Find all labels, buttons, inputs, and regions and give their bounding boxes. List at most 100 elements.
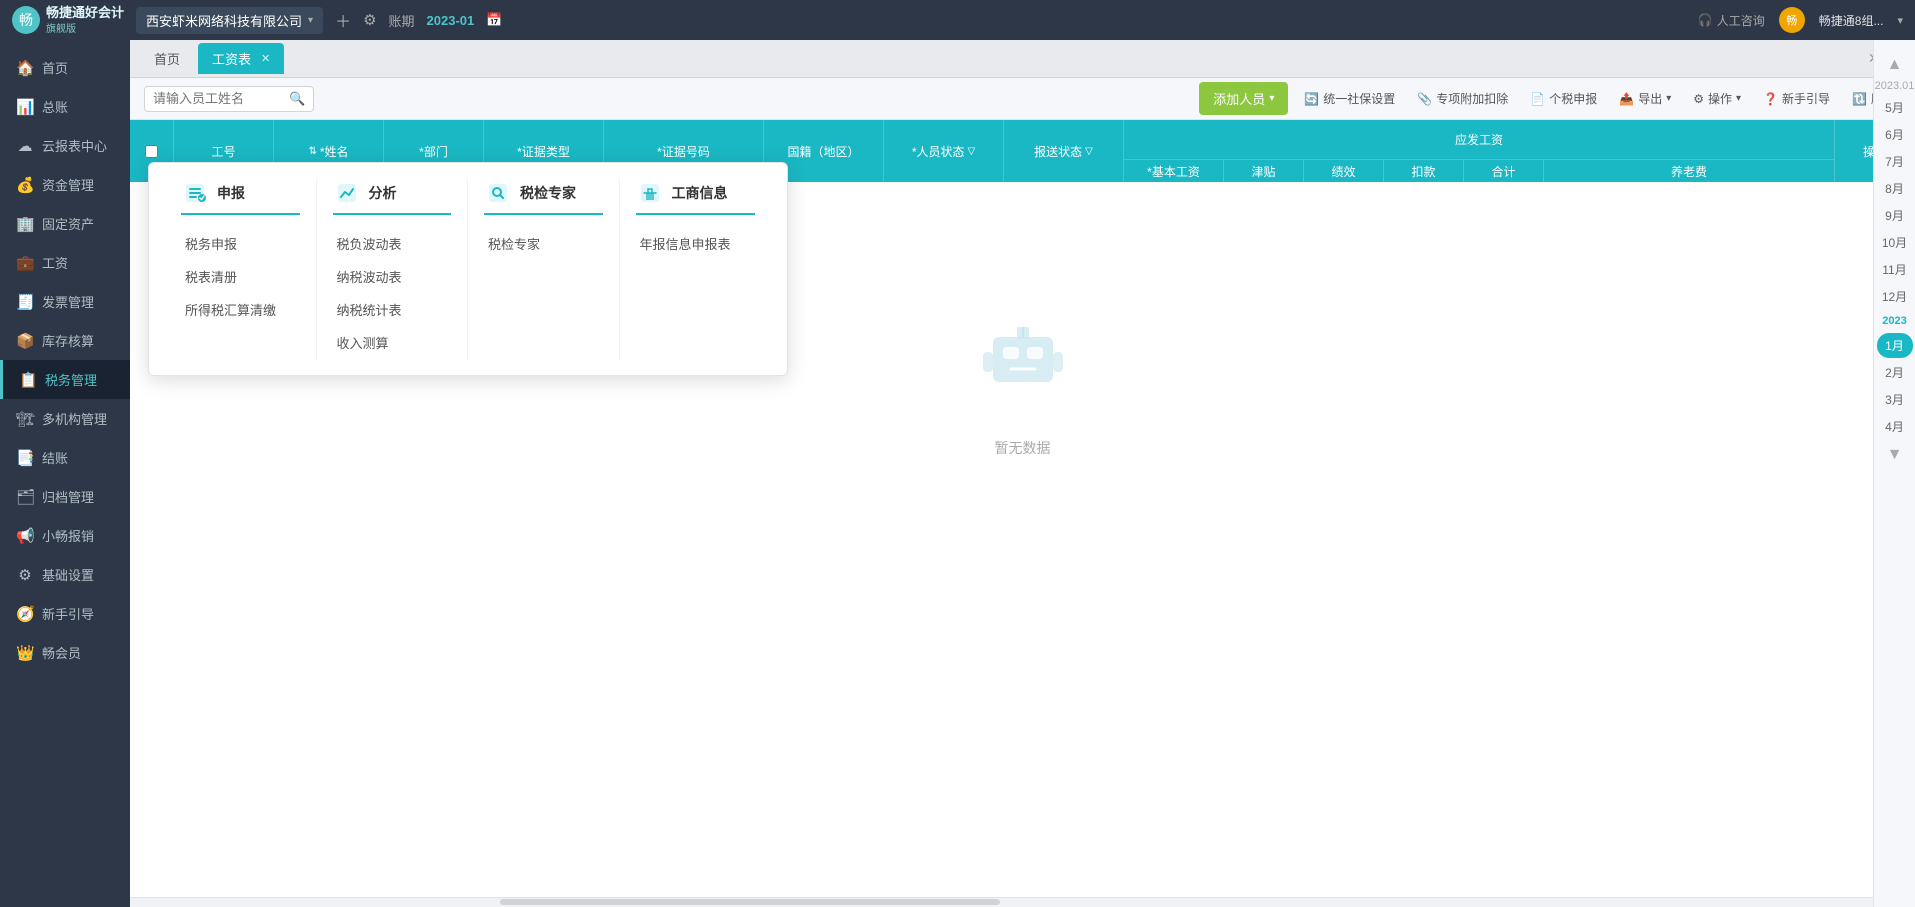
sidebar-item-label: 工资 [42,253,68,272]
sidebar-item-funds[interactable]: 💰 资金管理 [0,165,130,204]
month-item-6[interactable]: 6月 [1877,122,1913,147]
right-panel-down-button[interactable]: ▼ [1883,442,1907,468]
menu-item-tax-burden-fluctuation[interactable]: 税负波动表 [333,227,452,260]
funds-icon: 💰 [16,176,34,194]
sidebar-item-close-period[interactable]: 📑 结账 [0,438,130,477]
close-period-icon: 📑 [16,449,34,467]
month-item-2[interactable]: 2月 [1877,360,1913,385]
sidebar-item-label: 固定资产 [42,214,94,233]
select-all-checkbox[interactable] [145,145,158,158]
menu-item-annual-report[interactable]: 年报信息申报表 [636,227,756,260]
sidebar-item-label: 畅会员 [42,643,81,662]
guide-button[interactable]: ❓ 新手引导 [1757,86,1836,111]
add-company-button[interactable]: ＋ [335,8,351,32]
guide-icon: 🧭 [16,605,34,623]
user-name: 畅捷通8组... [1819,12,1884,29]
logo-icon: 畅 [12,6,40,34]
assets-icon: 🏢 [16,215,34,233]
sidebar-item-label: 总账 [42,97,68,116]
sidebar-item-label: 基础设置 [42,565,94,584]
menu-item-tax-table-book[interactable]: 税表清册 [181,260,300,293]
company-selector[interactable]: 西安虾米网络科技有限公司 ▾ [136,7,323,34]
menu-item-income-tax-settlement[interactable]: 所得税汇算清缴 [181,293,300,326]
sidebar-item-cloud-reports[interactable]: ☁ 云报表中心 [0,126,130,165]
export-dropdown-arrow: ▾ [1666,93,1671,104]
refresh-icon: 🔃 [1852,92,1867,106]
calendar-icon[interactable]: 📅 [486,12,502,28]
home-icon: 🏠 [16,59,34,77]
menu-item-tax-expert[interactable]: 税检专家 [484,227,603,260]
sidebar-item-inventory[interactable]: 📦 库存核算 [0,321,130,360]
social-security-button[interactable]: 🔄 统一社保设置 [1298,86,1401,111]
sidebar-item-label: 新手引导 [42,604,94,623]
th-allowance: 津贴 [1224,160,1304,182]
month-item-8[interactable]: 8月 [1877,176,1913,201]
month-item-10[interactable]: 10月 [1877,230,1913,255]
th-report-status[interactable]: 报送状态 ▽ [1004,120,1124,182]
operations-button[interactable]: ⚙ 操作 ▾ [1687,86,1747,111]
special-deduction-button[interactable]: 📎 专项附加扣除 [1411,86,1514,111]
right-panel-up-button[interactable]: ▲ [1883,52,1907,78]
dropdown-col-tax-expert: 税检专家 税检专家 [468,179,620,359]
menu-item-tax-declaration[interactable]: 税务申报 [181,227,300,260]
sidebar-item-multi-org[interactable]: 🏗 多机构管理 [0,399,130,438]
sort-icon: ⇅ [308,146,316,157]
headset-icon: 🎧 [1698,13,1713,27]
th-pension: 养老费 [1544,160,1834,182]
month-item-9[interactable]: 9月 [1877,203,1913,228]
search-input[interactable] [153,91,283,106]
sidebar-item-invoice[interactable]: 🧾 发票管理 [0,282,130,321]
analysis-icon [333,179,361,207]
customer-service-button[interactable]: 🎧 人工咨询 [1698,12,1765,29]
tab-close-button[interactable]: ✕ [261,52,270,65]
export-icon: 📤 [1619,92,1634,106]
settings-icon[interactable]: ⚙ [363,11,376,29]
invoice-icon: 🧾 [16,293,34,311]
sidebar-item-ledger[interactable]: 📊 总账 [0,87,130,126]
sidebar-item-home[interactable]: 🏠 首页 [0,48,130,87]
toolbar: 🔍 添加人员 ▾ 🔄 统一社保设置 📎 专项附加扣除 📄 个税申报 📤 导出 [130,78,1915,120]
empty-icon [973,307,1073,426]
month-item-7[interactable]: 7月 [1877,149,1913,174]
operations-icon: ⚙ [1693,92,1704,106]
month-item-5[interactable]: 5月 [1877,95,1913,120]
tab-salary-table[interactable]: 工资表 ✕ [198,43,284,74]
sidebar-item-tax[interactable]: 📋 税务管理 [0,360,130,399]
menu-item-tax-statistics[interactable]: 纳税统计表 [333,293,452,326]
sidebar-item-settings[interactable]: ⚙ 基础设置 [0,555,130,594]
th-person-status[interactable]: *人员状态 ▽ [884,120,1004,182]
tab-home[interactable]: 首页 [140,43,194,74]
sidebar-item-label: 云报表中心 [42,136,107,155]
month-item-3[interactable]: 3月 [1877,387,1913,412]
sidebar-item-vip[interactable]: 👑 畅会员 [0,633,130,672]
dropdown-menu: 申报 税务申报 税表清册 所得税汇算清缴 分析 税负波动表 纳税波动表 纳税统计… [148,162,788,376]
month-item-11[interactable]: 11月 [1877,257,1913,282]
filter-icon2: ▽ [1085,146,1093,157]
individual-tax-button[interactable]: 📄 个税申报 [1524,86,1603,111]
th-salary-group: 应发工资 *基本工资 津贴 绩效 扣款 合计 养老费 [1124,120,1835,182]
empty-text: 暂无数据 [995,438,1051,458]
sidebar-item-guide[interactable]: 🧭 新手引导 [0,594,130,633]
filter-icon: ▽ [967,146,975,157]
export-button[interactable]: 📤 导出 ▾ [1613,86,1677,111]
menu-item-income-estimate[interactable]: 收入测算 [333,326,452,359]
user-dropdown-arrow[interactable]: ▾ [1897,14,1903,27]
month-item-12[interactable]: 12月 [1877,284,1913,309]
scrollbar-track[interactable] [500,899,1000,905]
add-person-button[interactable]: 添加人员 ▾ [1199,82,1288,115]
period-label: 账期 [389,11,415,30]
sidebar-item-expense[interactable]: 📢 小畅报销 [0,516,130,555]
month-item-4[interactable]: 4月 [1877,414,1913,439]
menu-item-tax-payment-fluctuation[interactable]: 纳税波动表 [333,260,452,293]
dropdown-col-declaration: 申报 税务申报 税表清册 所得税汇算清缴 [165,179,317,359]
sidebar-item-archive[interactable]: 🗂 归档管理 [0,477,130,516]
dropdown-col-business-info: 工商信息 年报信息申报表 [620,179,772,359]
sidebar-item-salary[interactable]: 💼 工资 [0,243,130,282]
chevron-down-icon: ▾ [308,15,313,26]
sidebar-item-assets[interactable]: 🏢 固定资产 [0,204,130,243]
sidebar-item-label: 税务管理 [45,370,97,389]
dropdown-col-title-business-info: 工商信息 [672,183,728,203]
dropdown-col-analysis: 分析 税负波动表 纳税波动表 纳税统计表 收入测算 [317,179,469,359]
right-panel: ▲ 2023.01 5月 6月 7月 8月 9月 10月 11月 12月 202… [1873,40,1915,907]
month-item-1-active[interactable]: 1月 [1877,333,1913,358]
